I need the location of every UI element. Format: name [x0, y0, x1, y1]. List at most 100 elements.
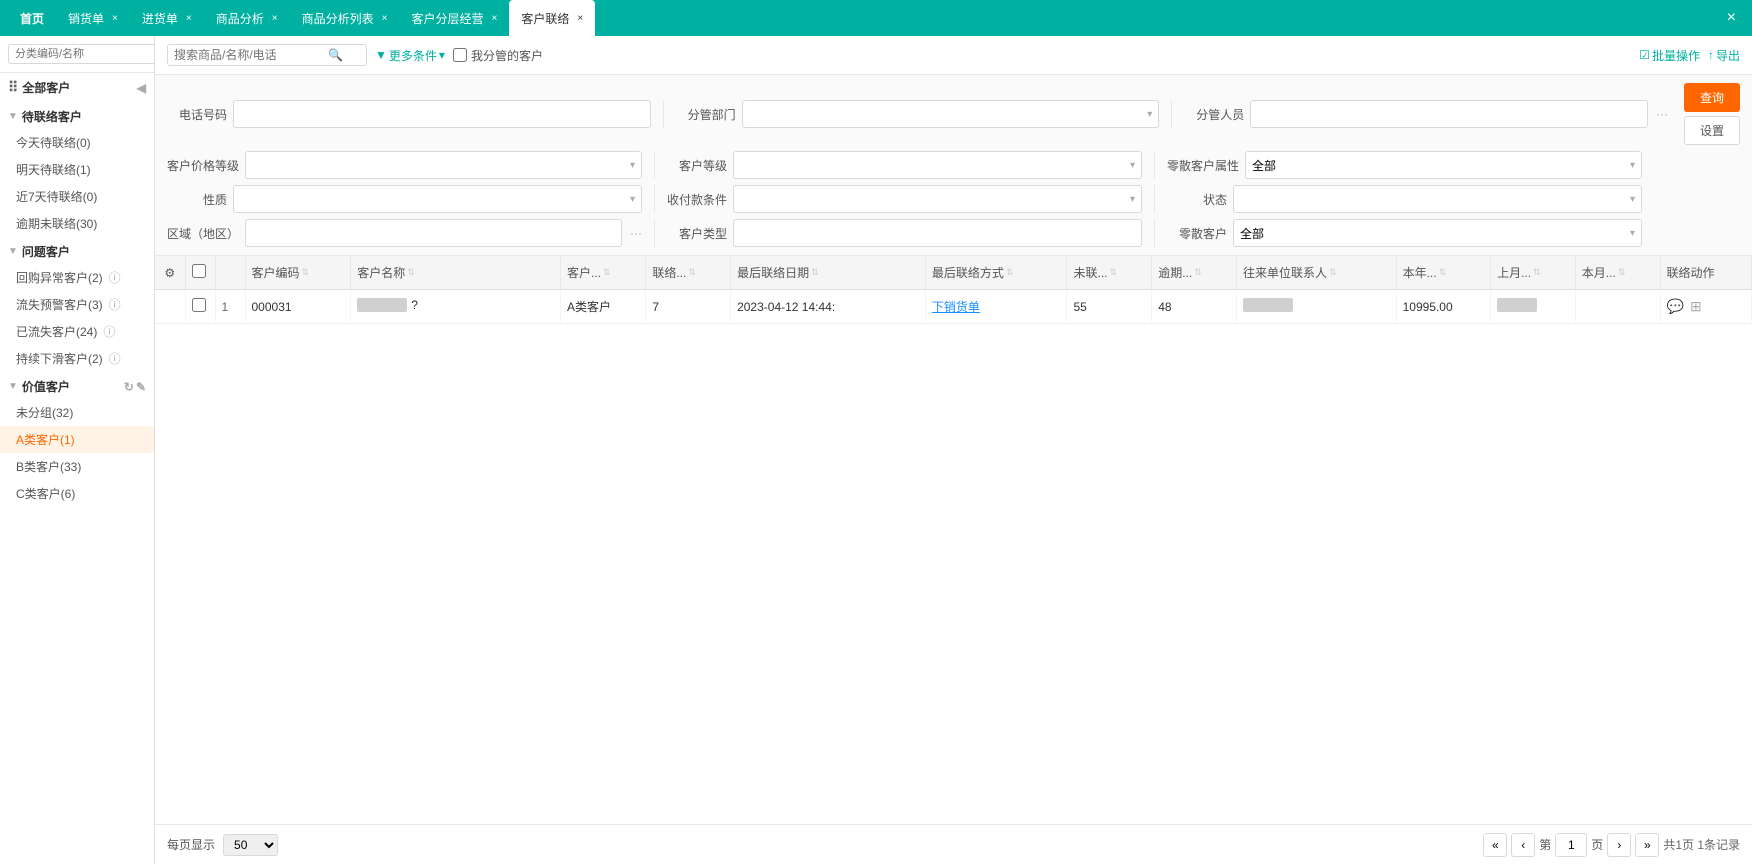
nav-product-analysis[interactable]: 商品分析 × — [204, 0, 290, 36]
row-gear — [155, 290, 185, 324]
manager-dots[interactable]: ··· — [1656, 107, 1668, 121]
filter-search-box[interactable]: 🔍 — [167, 44, 367, 66]
settings-button[interactable]: 设置 — [1684, 116, 1740, 145]
last-method-link[interactable]: 下销货单 — [932, 300, 980, 314]
manager-input[interactable] — [1250, 100, 1648, 128]
sidebar-overdue-contact[interactable]: 逾期未联络(30) — [0, 210, 154, 237]
first-page-btn[interactable]: « — [1483, 833, 1507, 857]
nav-customer-segment-close[interactable]: × — [491, 13, 497, 24]
this-month-header[interactable]: 本月... ⇅ — [1575, 256, 1660, 290]
sidebar-week-contact[interactable]: 近7天待联络(0) — [0, 183, 154, 210]
prev-page-btn[interactable]: ‹ — [1511, 833, 1535, 857]
more-filters-btn[interactable]: ▼ 更多条件 ▾ — [375, 47, 445, 64]
export-btn[interactable]: ↑ 导出 — [1708, 47, 1740, 64]
region-input[interactable] — [245, 219, 622, 247]
row-checkbox[interactable] — [185, 290, 215, 324]
rownum-column-header — [215, 256, 245, 290]
refresh-icon[interactable]: ↻ — [124, 380, 134, 394]
type-column-header[interactable]: 客户... ⇅ — [560, 256, 645, 290]
sidebar-churn-warning[interactable]: 流失预警客户(3) ⓘ — [0, 291, 154, 318]
dept-chevron: ▾ — [1147, 109, 1152, 120]
row-last-month — [1491, 290, 1576, 324]
sidebar-repurchase-abnormal[interactable]: 回购异常客户(2) ⓘ — [0, 264, 154, 291]
region-dots[interactable]: ··· — [630, 226, 642, 240]
retail-customer-label: 零散客户 — [1167, 225, 1227, 242]
phone-input[interactable] — [233, 100, 651, 128]
row-select-cb[interactable] — [192, 298, 206, 312]
sidebar-declining[interactable]: 持续下滑客户(2) ⓘ — [0, 345, 154, 372]
customer-type-input[interactable] — [733, 219, 1142, 247]
nav-sales-close[interactable]: × — [112, 13, 118, 24]
last-month-header[interactable]: 上月... ⇅ — [1491, 256, 1576, 290]
phone-label: 电话号码 — [167, 106, 227, 123]
no-contact-header[interactable]: 未联... ⇅ — [1067, 256, 1152, 290]
last-page-btn[interactable]: » — [1635, 833, 1659, 857]
retail-customer-chevron: ▾ — [1630, 228, 1635, 239]
nature-select[interactable]: ▾ — [233, 185, 642, 213]
value-customers-group[interactable]: ▼ 价值客户 ↻ ✎ — [0, 372, 154, 399]
code-column-header[interactable]: 客户编码 ⇅ — [245, 256, 351, 290]
contact-action-icon[interactable]: 💬 — [1667, 298, 1684, 315]
hist-contact-header[interactable]: 往来单位联系人 ⇅ — [1236, 256, 1396, 290]
nav-purchase-close[interactable]: × — [186, 13, 192, 24]
collapse-icon[interactable]: ◀ — [137, 81, 146, 95]
nav-product-analysis-list[interactable]: 商品分析列表 × — [290, 0, 400, 36]
nav-purchase[interactable]: 进货单 × — [130, 0, 204, 36]
overdue-header[interactable]: 逾期... ⇅ — [1152, 256, 1237, 290]
status-select[interactable]: ▾ — [1233, 185, 1642, 213]
batch-op-btn[interactable]: ☑ 批量操作 — [1639, 47, 1700, 64]
wait-contact-group[interactable]: ▼ 待联络客户 — [0, 102, 154, 129]
next-page-btn[interactable]: › — [1607, 833, 1631, 857]
price-level-select[interactable]: ▾ — [245, 151, 642, 179]
sidebar-search-input[interactable] — [8, 44, 155, 64]
contact-count-header[interactable]: 联络... ⇅ — [646, 256, 731, 290]
payment-select[interactable]: ▾ — [733, 185, 1142, 213]
retail-customer-select[interactable]: 全部 ▾ — [1233, 219, 1642, 247]
this-year-sort: ⇅ — [1439, 267, 1447, 278]
nav-sales[interactable]: 销货单 × — [56, 0, 130, 36]
filter-search-icon[interactable]: 🔍 — [328, 48, 343, 62]
sidebar-today-contact[interactable]: 今天待联络(0) — [0, 129, 154, 156]
nav-customer-contact[interactable]: 客户联络 × — [509, 0, 595, 36]
row-last-method[interactable]: 下销货单 — [925, 290, 1067, 324]
nav-home[interactable]: 首页 — [8, 0, 56, 36]
sidebar-search-area: 🔍 — [0, 36, 154, 73]
nav-customer-segment[interactable]: 客户分层经营 × — [399, 0, 509, 36]
my-customers-cb[interactable] — [453, 48, 467, 62]
sidebar-class-c[interactable]: C类客户(6) — [0, 480, 154, 507]
filter-customer-type: 客户类型 — [667, 219, 1142, 247]
sidebar-churned[interactable]: 已流失客户(24) ⓘ — [0, 318, 154, 345]
retail-attr-select[interactable]: 全部 ▾ — [1245, 151, 1642, 179]
problem-customers-group[interactable]: ▼ 问题客户 — [0, 237, 154, 264]
value-group-actions: ↻ ✎ — [124, 380, 146, 394]
last-method-header[interactable]: 最后联络方式 ⇅ — [925, 256, 1067, 290]
sidebar-class-b[interactable]: B类客户(33) — [0, 453, 154, 480]
code-sort-icon: ⇅ — [302, 267, 310, 278]
dept-select[interactable]: ▾ — [742, 100, 1160, 128]
nav-customer-contact-close[interactable]: × — [577, 13, 583, 24]
last-date-header[interactable]: 最后联络日期 ⇅ — [731, 256, 926, 290]
sidebar-class-a[interactable]: A类客户(1) — [0, 426, 154, 453]
customer-level-select[interactable]: ▾ — [733, 151, 1142, 179]
sidebar-tomorrow-contact[interactable]: 明天待联络(1) — [0, 156, 154, 183]
page-size-select[interactable]: 50 100 200 — [223, 834, 278, 856]
filter-search-input[interactable] — [174, 48, 324, 62]
qr-action-icon[interactable]: ⊞ — [1690, 298, 1702, 315]
this-year-header[interactable]: 本年... ⇅ — [1396, 256, 1490, 290]
gear-column-header[interactable]: ⚙ — [155, 256, 185, 290]
window-close-btn[interactable]: × — [1719, 9, 1744, 27]
page-number-input[interactable] — [1555, 833, 1587, 857]
all-customers-header[interactable]: ⠿ 全部客户 ◀ — [0, 73, 154, 102]
sidebar-unclassified[interactable]: 未分组(32) — [0, 399, 154, 426]
nav-product-analysis-close[interactable]: × — [272, 13, 278, 24]
nav-product-analysis-list-close[interactable]: × — [382, 13, 388, 24]
edit-icon[interactable]: ✎ — [136, 380, 146, 394]
my-customers-checkbox[interactable]: 我分管的客户 — [453, 47, 543, 64]
name-column-header[interactable]: 客户名称 ⇅ — [351, 256, 561, 290]
price-level-chevron: ▾ — [630, 160, 635, 171]
select-all-checkbox[interactable] — [192, 264, 206, 278]
query-button[interactable]: 查询 — [1684, 83, 1740, 112]
last-month-mask — [1497, 298, 1537, 312]
retail-attr-label: 零散客户属性 — [1167, 157, 1239, 174]
pagination-bar: 每页显示 50 100 200 « ‹ 第 页 › » 共1页 1条记录 — [155, 824, 1752, 864]
